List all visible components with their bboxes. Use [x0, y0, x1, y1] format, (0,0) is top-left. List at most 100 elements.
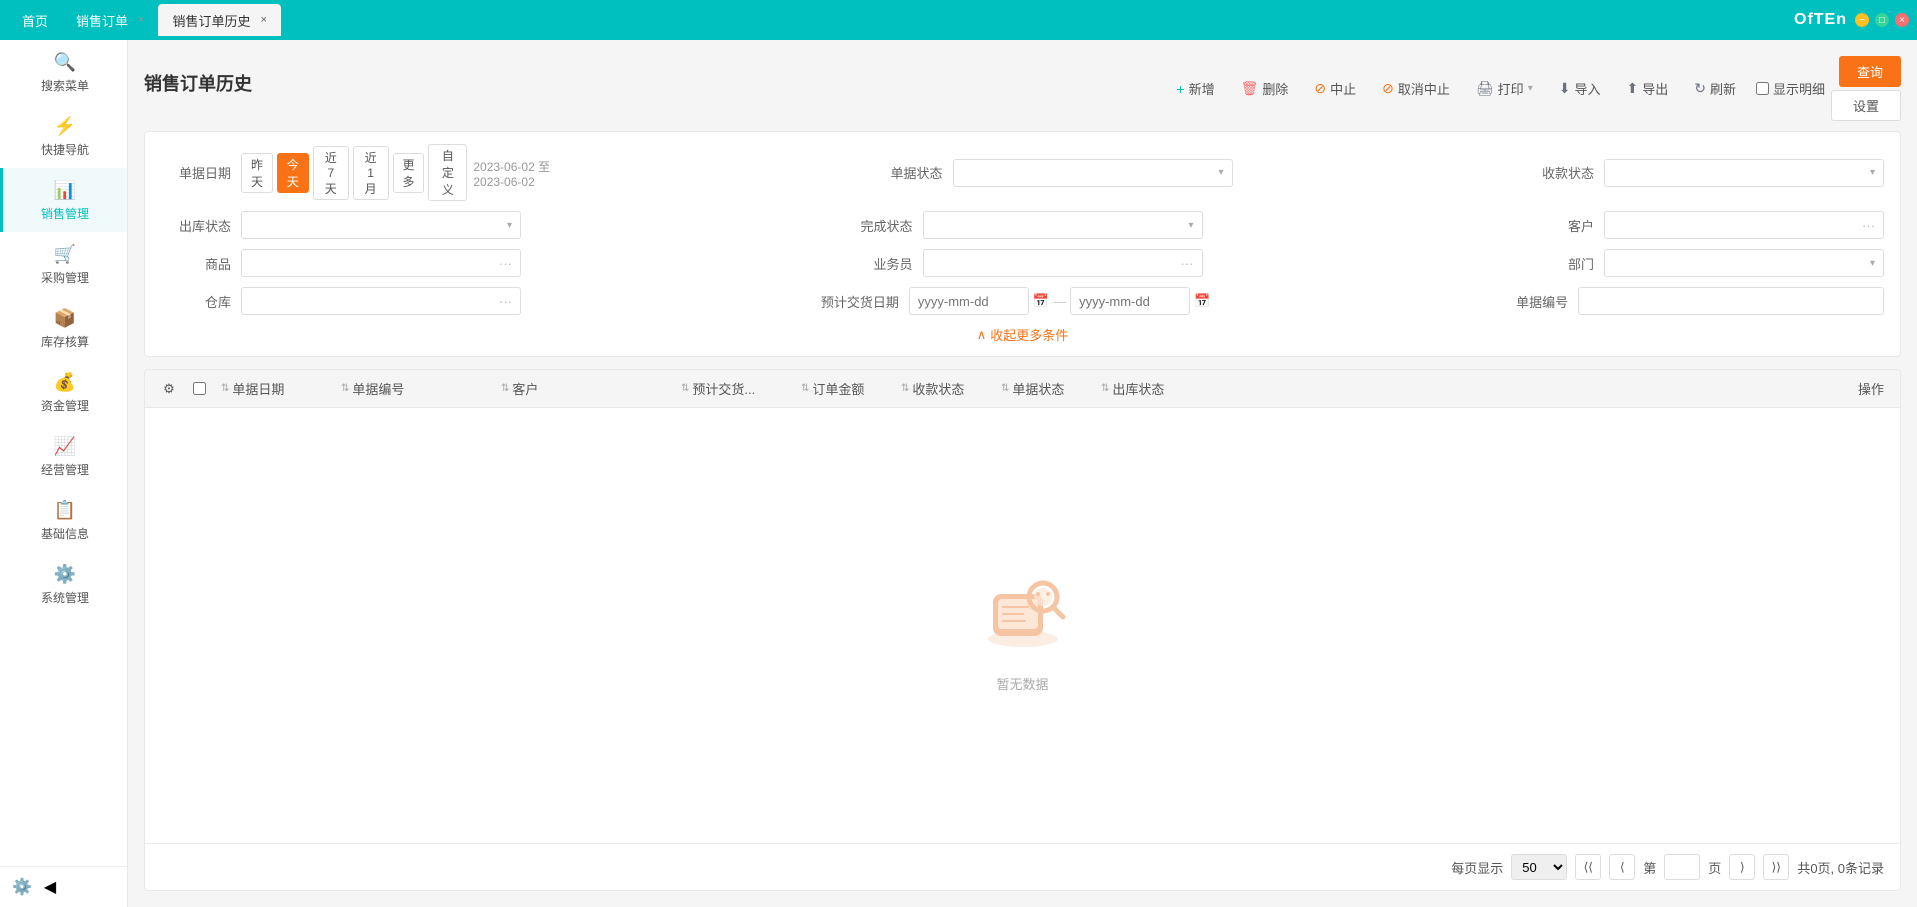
table-body: 暂无数据	[145, 408, 1900, 843]
page-title: 销售订单历史	[144, 70, 252, 96]
th-doc-date[interactable]: ⇅ 单据日期	[213, 379, 333, 398]
sidebar-item-sys-mgmt[interactable]: ⚙️ 系统管理	[0, 552, 127, 616]
close-button[interactable]: ×	[1895, 13, 1909, 27]
th-est-delivery[interactable]: ⇅ 预计交货...	[673, 379, 793, 398]
th-doc-no[interactable]: ⇅ 单据编号	[333, 379, 493, 398]
display-columns-check[interactable]: 显示明细	[1756, 79, 1825, 98]
tab-sales-order-close[interactable]: ×	[138, 14, 144, 26]
sidebar-item-inventory[interactable]: 📦 库存核算	[0, 296, 127, 360]
th-outbound-status[interactable]: ⇅ 出库状态	[1093, 379, 1193, 398]
sidebar-item-finance[interactable]: 💰 资金管理	[0, 360, 127, 424]
th-receipt-status[interactable]: ⇅ 收款状态	[893, 379, 993, 398]
empty-text: 暂无数据	[996, 674, 1048, 693]
print-dropdown-arrow: ▾	[1528, 83, 1533, 94]
customer-dots[interactable]: ···	[1862, 218, 1875, 233]
delivery-date-to[interactable]	[1070, 287, 1190, 315]
sidebar-item-operation[interactable]: 📈 经营管理	[0, 424, 127, 488]
purchase-mgmt-icon: 🛒	[54, 244, 76, 265]
brand-text: OfTEn	[1794, 11, 1847, 29]
doc-status-select[interactable]: ▾	[953, 159, 1233, 187]
customer-label: 客户	[1524, 216, 1604, 235]
sidebar-item-basic-info[interactable]: 📋 基础信息	[0, 488, 127, 552]
date-btn-yesterday[interactable]: 昨天	[241, 153, 273, 193]
sort-icon-receipt-status: ⇅	[901, 383, 909, 394]
date-btn-7days[interactable]: 近7天	[313, 146, 349, 200]
tab-sales-order-history-close[interactable]: ×	[260, 14, 266, 26]
empty-illustration	[973, 559, 1073, 662]
export-button[interactable]: ⬆ 导出	[1616, 74, 1678, 103]
sort-icon-left: ⇅	[221, 383, 229, 394]
delete-button[interactable]: 🗑 删除	[1231, 74, 1299, 103]
th-doc-status[interactable]: ⇅ 单据状态	[993, 379, 1093, 398]
sidebar-item-sales-mgmt[interactable]: 📊 销售管理	[0, 168, 127, 232]
sidebar-collapse-icon[interactable]: ◀	[44, 877, 56, 897]
date-btn-today[interactable]: 今天	[277, 153, 309, 193]
complete-label: 完成状态	[843, 216, 923, 235]
dept-select[interactable]: ▾	[1604, 249, 1884, 277]
delivery-date-from[interactable]	[909, 287, 1029, 315]
th-checkbox[interactable]	[185, 382, 213, 395]
th-order-amount[interactable]: ⇅ 订单金额	[793, 379, 893, 398]
date-btn-custom[interactable]: 自定义	[428, 144, 467, 201]
dept-arrow: ▾	[1870, 258, 1875, 269]
delete-icon: 🗑	[1241, 80, 1259, 97]
cancel-stop-button[interactable]: ⊘ 取消中止	[1372, 74, 1460, 103]
tab-sales-order-history-label: 销售订单历史	[172, 11, 250, 30]
order-no-input[interactable]	[1578, 287, 1884, 315]
date-btn-more[interactable]: 更多	[393, 153, 425, 193]
basic-info-icon: 📋	[54, 500, 76, 521]
page-number-input[interactable]: 1	[1664, 854, 1700, 880]
th-operation: 操作	[1850, 379, 1892, 398]
page-size-select[interactable]: 50 20 100	[1511, 854, 1567, 880]
warehouse-select[interactable]: ···	[241, 287, 521, 315]
sidebar-operation-label: 经营管理	[41, 461, 89, 478]
page-label: 第	[1643, 858, 1656, 877]
stop-button[interactable]: ⊘ 中止	[1304, 74, 1366, 103]
date-btn-1month[interactable]: 近1月	[353, 146, 389, 200]
first-page-button[interactable]: ⟨⟨	[1575, 854, 1601, 880]
tab-sales-order-history[interactable]: 销售订单历史 ×	[158, 4, 280, 36]
customer-select[interactable]: ···	[1604, 211, 1884, 239]
sidebar-item-search-menu[interactable]: 🔍 搜索菜单	[0, 40, 127, 104]
total-info: 共0页, 0条记录	[1797, 858, 1884, 877]
complete-arrow: ▾	[1188, 220, 1193, 231]
tab-sales-order[interactable]: 销售订单 ×	[62, 4, 158, 36]
receipt-status-select[interactable]: ▾	[1604, 159, 1884, 187]
tab-home[interactable]: 首页	[8, 4, 62, 36]
calendar-icon-from[interactable]: 📅	[1033, 293, 1049, 309]
prev-page-button[interactable]: ⟨	[1609, 854, 1635, 880]
minimize-button[interactable]: −	[1855, 13, 1869, 27]
query-button[interactable]: 查询	[1839, 56, 1901, 87]
refresh-button[interactable]: ↻ 刷新	[1684, 74, 1746, 103]
complete-status-select[interactable]: ▾	[923, 211, 1203, 239]
tab-home-label: 首页	[22, 11, 48, 30]
last-page-button[interactable]: ⟩⟩	[1763, 854, 1789, 880]
select-all-checkbox[interactable]	[193, 382, 206, 395]
sidebar-item-quick-nav[interactable]: ⚡ 快捷导航	[0, 104, 127, 168]
filter-area: 单据日期 昨天 今天 近7天 近1月 更多 自定义 2023-06-02 至 2…	[144, 131, 1901, 357]
doc-date-label: 单据日期	[161, 163, 241, 182]
goods-label: 商品	[161, 254, 241, 273]
display-columns-checkbox[interactable]	[1756, 82, 1769, 95]
th-customer[interactable]: ⇅ 客户	[493, 379, 673, 398]
print-button[interactable]: 🖨 打印 ▾	[1466, 74, 1543, 103]
sidebar-item-purchase-mgmt[interactable]: 🛒 采购管理	[0, 232, 127, 296]
calendar-icon-to[interactable]: 📅	[1194, 293, 1210, 309]
sidebar-settings-icon[interactable]: ⚙️	[12, 877, 32, 897]
salesman-select[interactable]: ···	[923, 249, 1203, 277]
new-button[interactable]: + 新增	[1166, 74, 1224, 103]
sort-icon-doc-no: ⇅	[341, 383, 349, 394]
salesman-dots[interactable]: ···	[1181, 256, 1194, 271]
import-button[interactable]: ⬇ 导入	[1549, 74, 1611, 103]
next-page-button[interactable]: ⟩	[1729, 854, 1755, 880]
outbound-status-select[interactable]: ▾	[241, 211, 521, 239]
settings-button[interactable]: 设置	[1831, 90, 1901, 121]
collapse-row[interactable]: ∧ 收起更多条件	[161, 325, 1884, 344]
page-suffix: 页	[1708, 858, 1721, 877]
maximize-button[interactable]: □	[1875, 13, 1889, 27]
goods-dots[interactable]: ···	[499, 256, 512, 271]
goods-select[interactable]: ···	[241, 249, 521, 277]
th-settings[interactable]: ⚙	[153, 381, 185, 397]
warehouse-dots[interactable]: ···	[499, 294, 512, 309]
sidebar: 🔍 搜索菜单 ⚡ 快捷导航 📊 销售管理 🛒 采购管理 📦 库存核算 💰 资金管…	[0, 40, 128, 907]
